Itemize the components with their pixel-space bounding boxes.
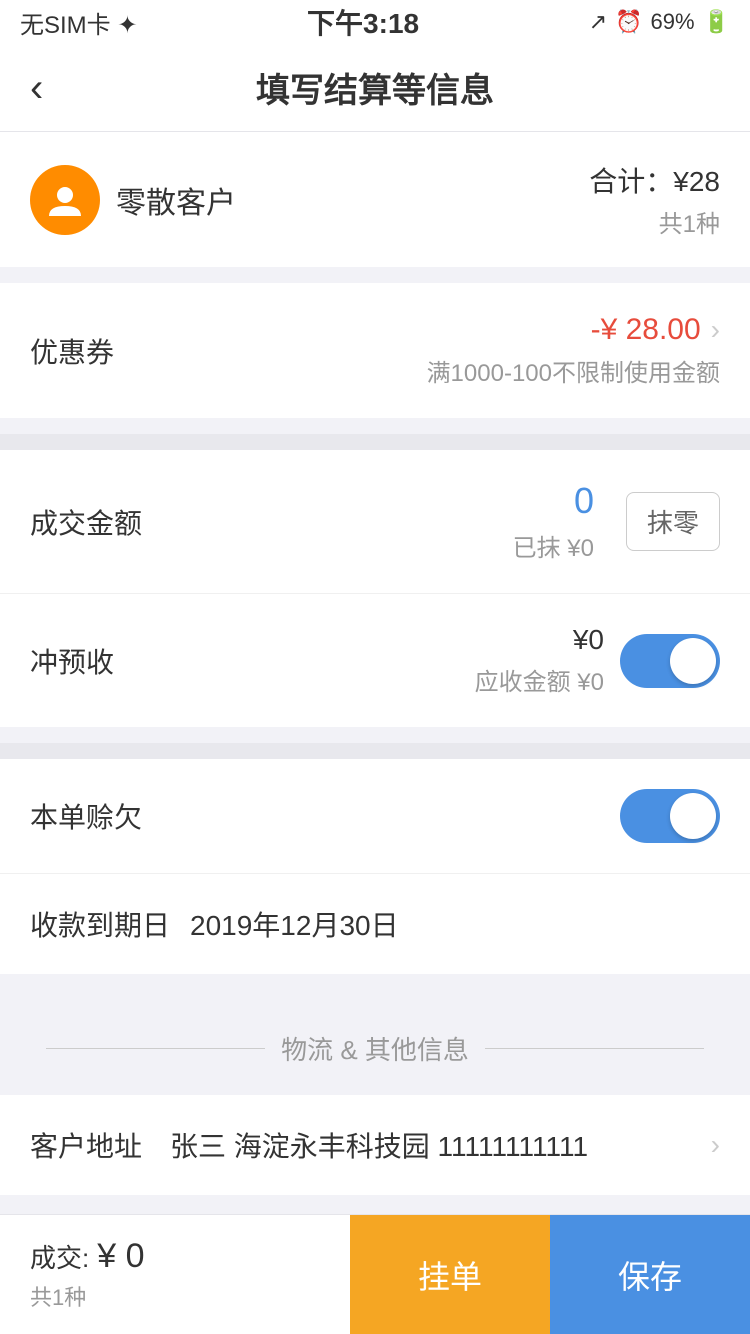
debt-toggle-knob: [670, 793, 716, 839]
section-divider-2: [0, 743, 750, 759]
debt-label: 本单赊欠: [30, 796, 170, 836]
nav-bar: ‹ 填写结算等信息: [0, 44, 750, 132]
bottom-deal-value: ¥ 0: [97, 1237, 144, 1276]
customer-avatar: [30, 165, 100, 235]
advance-value-col: ¥0 应收金额 ¥0: [475, 624, 604, 697]
debt-row: 本单赊欠: [0, 759, 750, 873]
coupon-chevron: ›: [711, 314, 720, 346]
advance-toggle-knob: [670, 638, 716, 684]
hang-order-button[interactable]: 挂单: [350, 1215, 550, 1334]
customer-row: 零散客户 合计：¥28 共1种: [0, 132, 750, 267]
advance-toggle[interactable]: [620, 634, 720, 688]
coupon-sub-value: 满1000-100不限制使用金额: [427, 353, 720, 388]
section-divider-3: [0, 974, 750, 990]
no-sim-text: 无SIM卡 ✦: [20, 5, 137, 40]
customer-right: 合计：¥28 共1种: [589, 160, 720, 239]
user-icon: [45, 180, 85, 220]
coupon-row[interactable]: 优惠券 -¥ 28.00 › 满1000-100不限制使用金额: [0, 283, 750, 418]
status-left: 无SIM卡 ✦: [20, 5, 137, 40]
round-zero-button[interactable]: 抹零: [626, 492, 720, 551]
bottom-buttons: 挂单 保存: [350, 1215, 750, 1334]
bottom-info: 成交: ¥ 0 共1种: [0, 1237, 350, 1312]
deal-amount-right: 0 已抹 ¥0 抹零: [513, 480, 720, 563]
customer-total: 合计：¥28: [589, 160, 720, 200]
deal-amount-sub: 已抹 ¥0: [513, 528, 594, 563]
bottom-deal-label: 成交:: [30, 1238, 89, 1275]
address-label: 客户地址: [30, 1125, 150, 1165]
page-title: 填写结算等信息: [256, 63, 494, 112]
section-divider-1: [0, 434, 750, 450]
status-right: ↗ ⏰ 69% 🔋: [589, 9, 730, 35]
address-value: 张三 海淀永丰科技园 11111111111: [170, 1125, 701, 1165]
status-bar: 无SIM卡 ✦ 下午3:18 ↗ ⏰ 69% 🔋: [0, 0, 750, 44]
due-date-label: 收款到期日: [30, 904, 170, 944]
location-icon: ↗: [589, 9, 607, 35]
debt-toggle[interactable]: [620, 789, 720, 843]
battery-text: 69%: [651, 9, 695, 35]
due-date-value: 2019年12月30日: [190, 904, 399, 944]
advance-value: ¥0: [573, 624, 604, 656]
deal-advance-section: 成交金额 0 已抹 ¥0 抹零 冲预收 ¥0 应收金额 ¥0: [0, 450, 750, 727]
customer-name: 零散客户: [116, 178, 236, 222]
advance-label: 冲预收: [30, 641, 170, 681]
coupon-value-wrapper: -¥ 28.00 ›: [591, 313, 720, 347]
main-content: 零散客户 合计：¥28 共1种 优惠券 -¥ 28.00 › 满1000-100…: [0, 132, 750, 1325]
address-row[interactable]: 客户地址 张三 海淀永丰科技园 11111111111 ›: [0, 1095, 750, 1195]
coupon-section: 优惠券 -¥ 28.00 › 满1000-100不限制使用金额: [0, 283, 750, 418]
advance-sub: 应收金额 ¥0: [475, 662, 604, 697]
back-button[interactable]: ‹: [30, 68, 43, 108]
coupon-label: 优惠券: [30, 331, 170, 371]
deal-amount-label: 成交金额: [30, 502, 170, 542]
customer-count: 共1种: [589, 204, 720, 239]
coupon-value: -¥ 28.00: [591, 313, 701, 347]
battery-icon: 🔋: [703, 9, 730, 35]
coupon-right: -¥ 28.00 › 满1000-100不限制使用金额: [170, 313, 720, 388]
due-date-row: 收款到期日 2019年12月30日: [0, 873, 750, 974]
deal-amount-row: 成交金额 0 已抹 ¥0 抹零: [0, 450, 750, 594]
logistics-label: 物流 & 其他信息: [281, 1030, 469, 1067]
save-button[interactable]: 保存: [550, 1215, 750, 1334]
customer-left: 零散客户: [30, 165, 236, 235]
status-time: 下午3:18: [307, 2, 419, 42]
address-chevron-icon: ›: [711, 1129, 720, 1161]
alarm-icon: ⏰: [615, 9, 642, 35]
bottom-bar: 成交: ¥ 0 共1种 挂单 保存: [0, 1214, 750, 1334]
logistics-section-header: 物流 & 其他信息: [0, 1006, 750, 1091]
deal-amount-value: 0: [574, 480, 594, 522]
advance-row: 冲预收 ¥0 应收金额 ¥0: [0, 594, 750, 727]
bottom-deal-count: 共1种: [30, 1280, 320, 1312]
deal-amount-value-col: 0 已抹 ¥0: [513, 480, 594, 563]
advance-right-wrapper: ¥0 应收金额 ¥0: [475, 624, 720, 697]
